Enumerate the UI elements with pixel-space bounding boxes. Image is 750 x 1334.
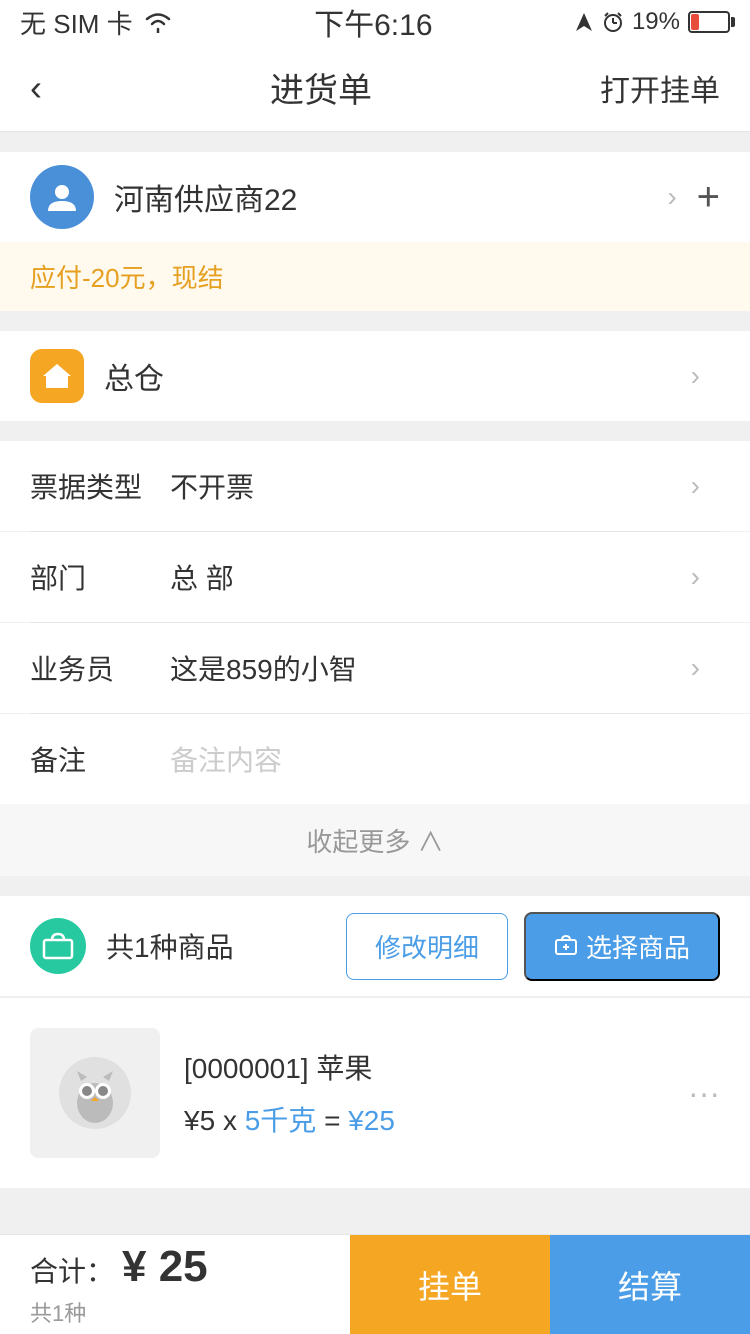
modify-detail-button[interactable]: 修改明细 bbox=[346, 913, 508, 980]
checkout-label: 结算 bbox=[618, 1262, 682, 1308]
product-name: [0000001] 苹果 bbox=[184, 1047, 664, 1087]
total-label: 合计： bbox=[30, 1250, 114, 1290]
department-row[interactable]: 部门 总 部 › bbox=[0, 532, 750, 622]
invoice-type-row[interactable]: 票据类型 不开票 › bbox=[0, 441, 750, 531]
invoice-value: 不开票 bbox=[170, 466, 691, 506]
notice-bar: 应付-20元，现结 bbox=[0, 242, 750, 311]
sales-label: 业务员 bbox=[30, 648, 170, 688]
product-total: ¥25 bbox=[348, 1105, 395, 1136]
add-button[interactable]: + bbox=[697, 175, 720, 220]
product-thumbnail bbox=[30, 1028, 160, 1158]
battery-icon bbox=[688, 11, 730, 33]
collapse-row[interactable]: 收起更多 ∧ bbox=[0, 804, 750, 876]
footer-count: 共1种 bbox=[30, 1296, 320, 1328]
dept-label: 部门 bbox=[30, 557, 170, 597]
status-carrier: 无 SIM 卡 bbox=[20, 4, 173, 41]
warehouse-name: 总仓 bbox=[104, 354, 691, 398]
product-title-name: 苹果 bbox=[316, 1053, 372, 1084]
supplier-avatar bbox=[30, 165, 94, 229]
status-right: 19% bbox=[574, 8, 730, 36]
remark-row[interactable]: 备注 备注内容 bbox=[0, 714, 750, 804]
remark-label: 备注 bbox=[30, 739, 170, 779]
product-info: [0000001] 苹果 ¥5 x 5千克 = ¥25 bbox=[184, 1047, 664, 1139]
dept-chevron-icon: › bbox=[691, 561, 700, 593]
product-more-button[interactable]: ··· bbox=[688, 1075, 720, 1112]
battery-text: 19% bbox=[632, 8, 680, 36]
footer-total: 合计： ¥ 25 共1种 bbox=[0, 1235, 350, 1334]
status-bar: 无 SIM 卡 下午6:16 19% bbox=[0, 0, 750, 44]
separator-4 bbox=[0, 876, 750, 896]
supplier-row[interactable]: 河南供应商22 › + bbox=[0, 152, 750, 242]
total-amount: ¥ 25 bbox=[122, 1242, 208, 1292]
hold-button[interactable]: 挂单 bbox=[350, 1235, 550, 1334]
products-header: 共1种商品 修改明细 选择商品 bbox=[0, 896, 750, 996]
notice-text: 应付-20元，现结 bbox=[30, 263, 224, 293]
remark-input[interactable]: 备注内容 bbox=[170, 739, 720, 779]
supplier-chevron-icon: › bbox=[667, 181, 676, 213]
home-icon bbox=[41, 362, 73, 390]
products-icon bbox=[30, 918, 86, 974]
checkout-button[interactable]: 结算 bbox=[550, 1235, 750, 1334]
product-equals: = bbox=[324, 1105, 348, 1136]
select-icon bbox=[554, 935, 578, 957]
status-time: 下午6:16 bbox=[314, 0, 432, 44]
sales-value: 这是859的小智 bbox=[170, 648, 691, 688]
product-card: [0000001] 苹果 ¥5 x 5千克 = ¥25 ··· bbox=[0, 998, 750, 1188]
select-product-button[interactable]: 选择商品 bbox=[524, 912, 720, 981]
product-quantity: 5千克 bbox=[245, 1105, 317, 1136]
collapse-label: 收起更多 ∧ bbox=[306, 822, 443, 859]
carrier-text: 无 SIM 卡 bbox=[20, 4, 133, 41]
alarm-icon bbox=[602, 11, 624, 33]
product-price-row: ¥5 x 5千克 = ¥25 bbox=[184, 1099, 664, 1139]
dept-value: 总 部 bbox=[170, 557, 691, 597]
open-hold-button[interactable]: 打开挂单 bbox=[600, 66, 720, 110]
owl-logo bbox=[55, 1053, 135, 1133]
person-icon bbox=[44, 179, 80, 215]
invoice-label: 票据类型 bbox=[30, 466, 170, 506]
warehouse-icon bbox=[30, 349, 84, 403]
product-multiply: x bbox=[223, 1105, 245, 1136]
nav-bar: ‹ 进货单 打开挂单 bbox=[0, 44, 750, 132]
page-title: 进货单 bbox=[270, 63, 372, 112]
footer-total-main: 合计： ¥ 25 bbox=[30, 1242, 320, 1292]
product-unit-price: ¥5 bbox=[184, 1105, 215, 1136]
invoice-chevron-icon: › bbox=[691, 470, 700, 502]
sales-chevron-icon: › bbox=[691, 652, 700, 684]
footer: 合计： ¥ 25 共1种 挂单 结算 bbox=[0, 1234, 750, 1334]
product-code: [0000001] bbox=[184, 1053, 309, 1084]
cart-icon bbox=[42, 932, 74, 960]
back-button[interactable]: ‹ bbox=[30, 67, 42, 109]
select-product-label: 选择商品 bbox=[586, 928, 690, 965]
separator-2 bbox=[0, 311, 750, 331]
supplier-name: 河南供应商22 bbox=[114, 175, 667, 219]
warehouse-row[interactable]: 总仓 › bbox=[0, 331, 750, 421]
wifi-icon bbox=[143, 11, 173, 33]
location-icon bbox=[574, 11, 594, 33]
hold-label: 挂单 bbox=[418, 1262, 482, 1308]
separator-1 bbox=[0, 132, 750, 152]
warehouse-chevron-icon: › bbox=[691, 360, 700, 392]
separator-3 bbox=[0, 421, 750, 441]
products-count: 共1种商品 bbox=[106, 926, 346, 966]
sales-rep-row[interactable]: 业务员 这是859的小智 › bbox=[0, 623, 750, 713]
